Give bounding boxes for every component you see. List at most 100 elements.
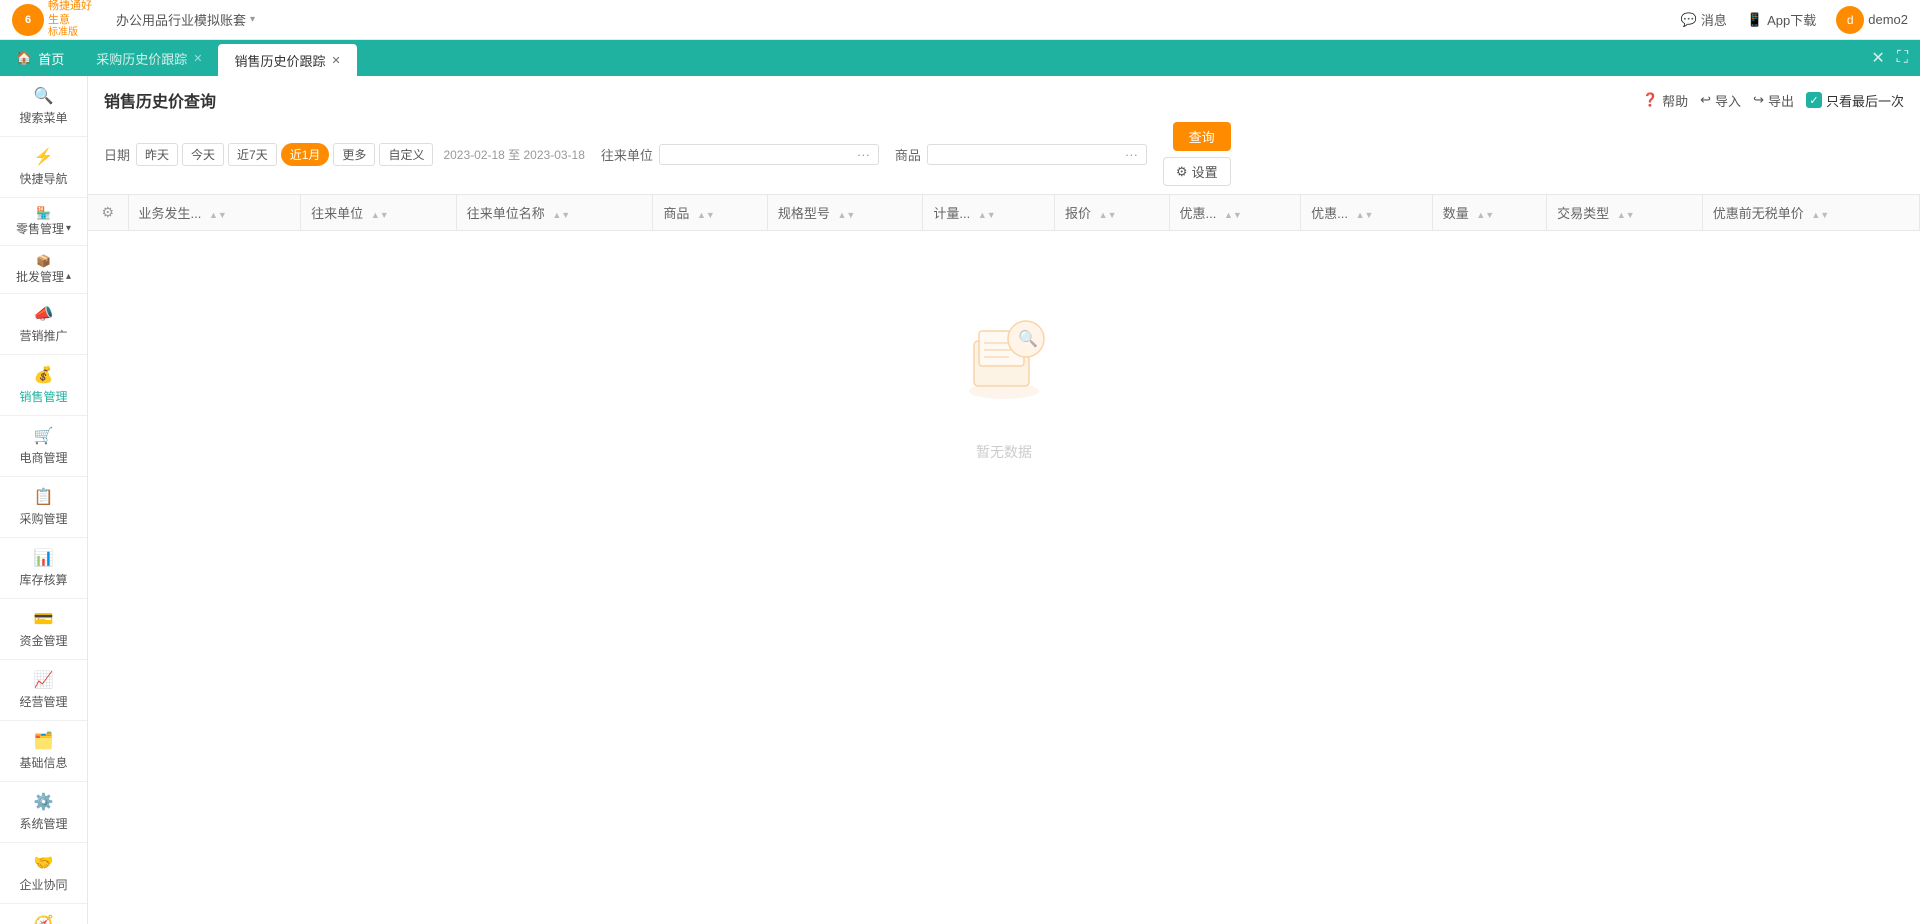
message-button[interactable]: 💬 消息 bbox=[1681, 10, 1727, 29]
goods-input[interactable] bbox=[936, 147, 1125, 162]
logo-icon: 6 bbox=[12, 4, 44, 36]
close-tab2-icon[interactable]: ✕ bbox=[331, 54, 340, 67]
shortcut-icon: ⚡ bbox=[34, 147, 54, 167]
date-btn-yesterday[interactable]: 昨天 bbox=[136, 143, 178, 166]
page-actions: ❓ 帮助 ↩ 导入 ↪ 导出 ✓ 只看最后一次 bbox=[1642, 91, 1904, 110]
sidebar-item-corp[interactable]: 🤝 企业协同 bbox=[0, 843, 87, 904]
import-icon: ↩ bbox=[1700, 92, 1711, 108]
download-icon: 📱 bbox=[1747, 12, 1763, 28]
help-icon: ❓ bbox=[1642, 92, 1658, 108]
page-title-row: 销售历史价查询 ❓ 帮助 ↩ 导入 ↪ 导出 ✓ bbox=[104, 88, 1904, 112]
only-last-wrap[interactable]: ✓ 只看最后一次 bbox=[1806, 91, 1904, 110]
sort-icon: ▲▼ bbox=[1811, 211, 1829, 220]
tab-home[interactable]: 🏠 首页 bbox=[0, 40, 80, 76]
goods-picker-icon[interactable]: ··· bbox=[1125, 147, 1138, 162]
tab-bar-actions: ✕ ⛶ bbox=[1859, 40, 1920, 76]
retail-arrow-icon: ▾ bbox=[66, 223, 71, 234]
date-btn-7days[interactable]: 近7天 bbox=[228, 143, 277, 166]
col-gear[interactable]: ⚙ bbox=[88, 195, 128, 231]
sidebar-item-system[interactable]: ⚙️ 系统管理 bbox=[0, 782, 87, 843]
goods-label: 商品 bbox=[895, 145, 921, 164]
sidebar-item-guide[interactable]: 🧭 新手引导 bbox=[0, 904, 87, 924]
avatar: d bbox=[1836, 6, 1864, 34]
marketing-icon: 📣 bbox=[34, 304, 54, 324]
inventory-icon: 📊 bbox=[34, 548, 54, 568]
help-button[interactable]: ❓ 帮助 bbox=[1642, 91, 1688, 110]
download-button[interactable]: 📱 App下载 bbox=[1747, 10, 1816, 29]
col-discount1[interactable]: 优惠... ▲▼ bbox=[1169, 195, 1301, 231]
date-btn-more[interactable]: 更多 bbox=[333, 143, 375, 166]
date-btn-today[interactable]: 今天 bbox=[182, 143, 224, 166]
page-header: 销售历史价查询 ❓ 帮助 ↩ 导入 ↪ 导出 ✓ bbox=[88, 76, 1920, 195]
chevron-down-icon: ▾ bbox=[250, 14, 255, 25]
col-biz-date[interactable]: 业务发生... ▲▼ bbox=[128, 195, 301, 231]
system-icon: ⚙️ bbox=[34, 792, 54, 812]
sales-icon: 💰 bbox=[34, 365, 54, 385]
col-quantity[interactable]: 数量 ▲▼ bbox=[1432, 195, 1546, 231]
close-tab1-icon[interactable]: ✕ bbox=[193, 52, 202, 65]
partner-label: 往来单位 bbox=[601, 145, 653, 164]
col-pre-tax-price[interactable]: 优惠前无税单价 ▲▼ bbox=[1702, 195, 1919, 231]
finance-icon: 💳 bbox=[34, 609, 54, 629]
col-partner-name[interactable]: 往来单位名称 ▲▼ bbox=[456, 195, 653, 231]
sidebar-item-retail[interactable]: 🏪 零售管理 ▾ bbox=[0, 198, 87, 246]
sort-icon: ▲▼ bbox=[552, 211, 570, 220]
col-trade-type[interactable]: 交易类型 ▲▼ bbox=[1547, 195, 1703, 231]
content-area: 销售历史价查询 ❓ 帮助 ↩ 导入 ↪ 导出 ✓ bbox=[88, 76, 1920, 924]
empty-state: 🔍 暂无数据 bbox=[88, 231, 1920, 542]
partner-input-wrap: ··· bbox=[659, 144, 879, 165]
gear-icon[interactable]: ⚙ bbox=[101, 204, 114, 220]
sort-icon: ▲▼ bbox=[1356, 211, 1374, 220]
settings-icon: ⚙ bbox=[1176, 164, 1188, 180]
export-button[interactable]: ↪ 导出 bbox=[1753, 91, 1794, 110]
data-table: ⚙ 业务发生... ▲▼ 往来单位 ▲▼ 往来单位名称 ▲▼ bbox=[88, 195, 1920, 231]
col-partner-code[interactable]: 往来单位 ▲▼ bbox=[301, 195, 457, 231]
date-btn-custom[interactable]: 自定义 bbox=[379, 143, 433, 166]
sort-icon: ▲▼ bbox=[978, 211, 996, 220]
goods-filter: 商品 ··· bbox=[895, 144, 1147, 165]
col-goods[interactable]: 商品 ▲▼ bbox=[653, 195, 767, 231]
sidebar-item-sales[interactable]: 💰 销售管理 bbox=[0, 355, 87, 416]
date-filter: 日期 昨天 今天 近7天 近1月 更多 自定义 2023-02-18 至 202… bbox=[104, 143, 585, 166]
tab-bar: 🏠 首页 采购历史价跟踪 ✕ 销售历史价跟踪 ✕ ✕ ⛶ bbox=[0, 40, 1920, 76]
sidebar-item-shortcut[interactable]: ⚡ 快捷导航 bbox=[0, 137, 87, 198]
import-button[interactable]: ↩ 导入 bbox=[1700, 91, 1741, 110]
sidebar-item-search[interactable]: 🔍 搜索菜单 bbox=[0, 76, 87, 137]
table-wrap: ⚙ 业务发生... ▲▼ 往来单位 ▲▼ 往来单位名称 ▲▼ bbox=[88, 195, 1920, 924]
sort-icon: ▲▼ bbox=[371, 211, 389, 220]
user-area[interactable]: d demo2 bbox=[1836, 6, 1908, 34]
partner-picker-icon[interactable]: ··· bbox=[857, 147, 870, 162]
filter-row: 日期 昨天 今天 近7天 近1月 更多 自定义 2023-02-18 至 202… bbox=[104, 122, 1904, 186]
home-icon: 🏠 bbox=[16, 50, 32, 66]
partner-filter: 往来单位 ··· bbox=[601, 144, 879, 165]
sidebar-item-inventory[interactable]: 📊 库存核算 bbox=[0, 538, 87, 599]
tab-sales-history[interactable]: 销售历史价跟踪 ✕ bbox=[218, 44, 356, 76]
col-unit[interactable]: 计量... ▲▼ bbox=[923, 195, 1055, 231]
retail-icon: 🏪 bbox=[36, 206, 51, 220]
partner-input[interactable] bbox=[668, 147, 857, 162]
sidebar-item-operation[interactable]: 📈 经营管理 bbox=[0, 660, 87, 721]
col-price[interactable]: 报价 ▲▼ bbox=[1055, 195, 1169, 231]
sidebar-item-purchase[interactable]: 📋 采购管理 bbox=[0, 477, 87, 538]
sort-icon: ▲▼ bbox=[697, 211, 715, 220]
maximize-icon[interactable]: ⛶ bbox=[1897, 49, 1908, 67]
action-buttons: 查询 ⚙ 设置 bbox=[1163, 122, 1231, 186]
col-spec[interactable]: 规格型号 ▲▼ bbox=[767, 195, 923, 231]
sidebar-item-basic[interactable]: 🗂️ 基础信息 bbox=[0, 721, 87, 782]
date-range-text: 2023-02-18 至 2023-03-18 bbox=[443, 146, 584, 163]
sidebar-item-finance[interactable]: 💳 资金管理 bbox=[0, 599, 87, 660]
app-selector[interactable]: 办公用品行业模拟账套 ▾ bbox=[116, 10, 255, 29]
sort-icon: ▲▼ bbox=[1099, 211, 1117, 220]
sidebar-item-marketing[interactable]: 📣 营销推广 bbox=[0, 294, 87, 355]
sidebar-item-ecommerce[interactable]: 🛒 电商管理 bbox=[0, 416, 87, 477]
col-discount2[interactable]: 优惠... ▲▼ bbox=[1301, 195, 1433, 231]
table-header-row: ⚙ 业务发生... ▲▼ 往来单位 ▲▼ 往来单位名称 ▲▼ bbox=[88, 195, 1920, 231]
sort-icon: ▲▼ bbox=[1617, 211, 1635, 220]
only-last-checkbox[interactable]: ✓ bbox=[1806, 92, 1822, 108]
close-window-icon[interactable]: ✕ bbox=[1871, 48, 1884, 68]
query-button[interactable]: 查询 bbox=[1173, 122, 1231, 151]
date-btn-1month[interactable]: 近1月 bbox=[281, 143, 330, 166]
sidebar-item-wholesale[interactable]: 📦 批发管理 ▴ bbox=[0, 246, 87, 294]
settings-button[interactable]: ⚙ 设置 bbox=[1163, 157, 1231, 186]
tab-purchase-history[interactable]: 采购历史价跟踪 ✕ bbox=[80, 40, 218, 76]
